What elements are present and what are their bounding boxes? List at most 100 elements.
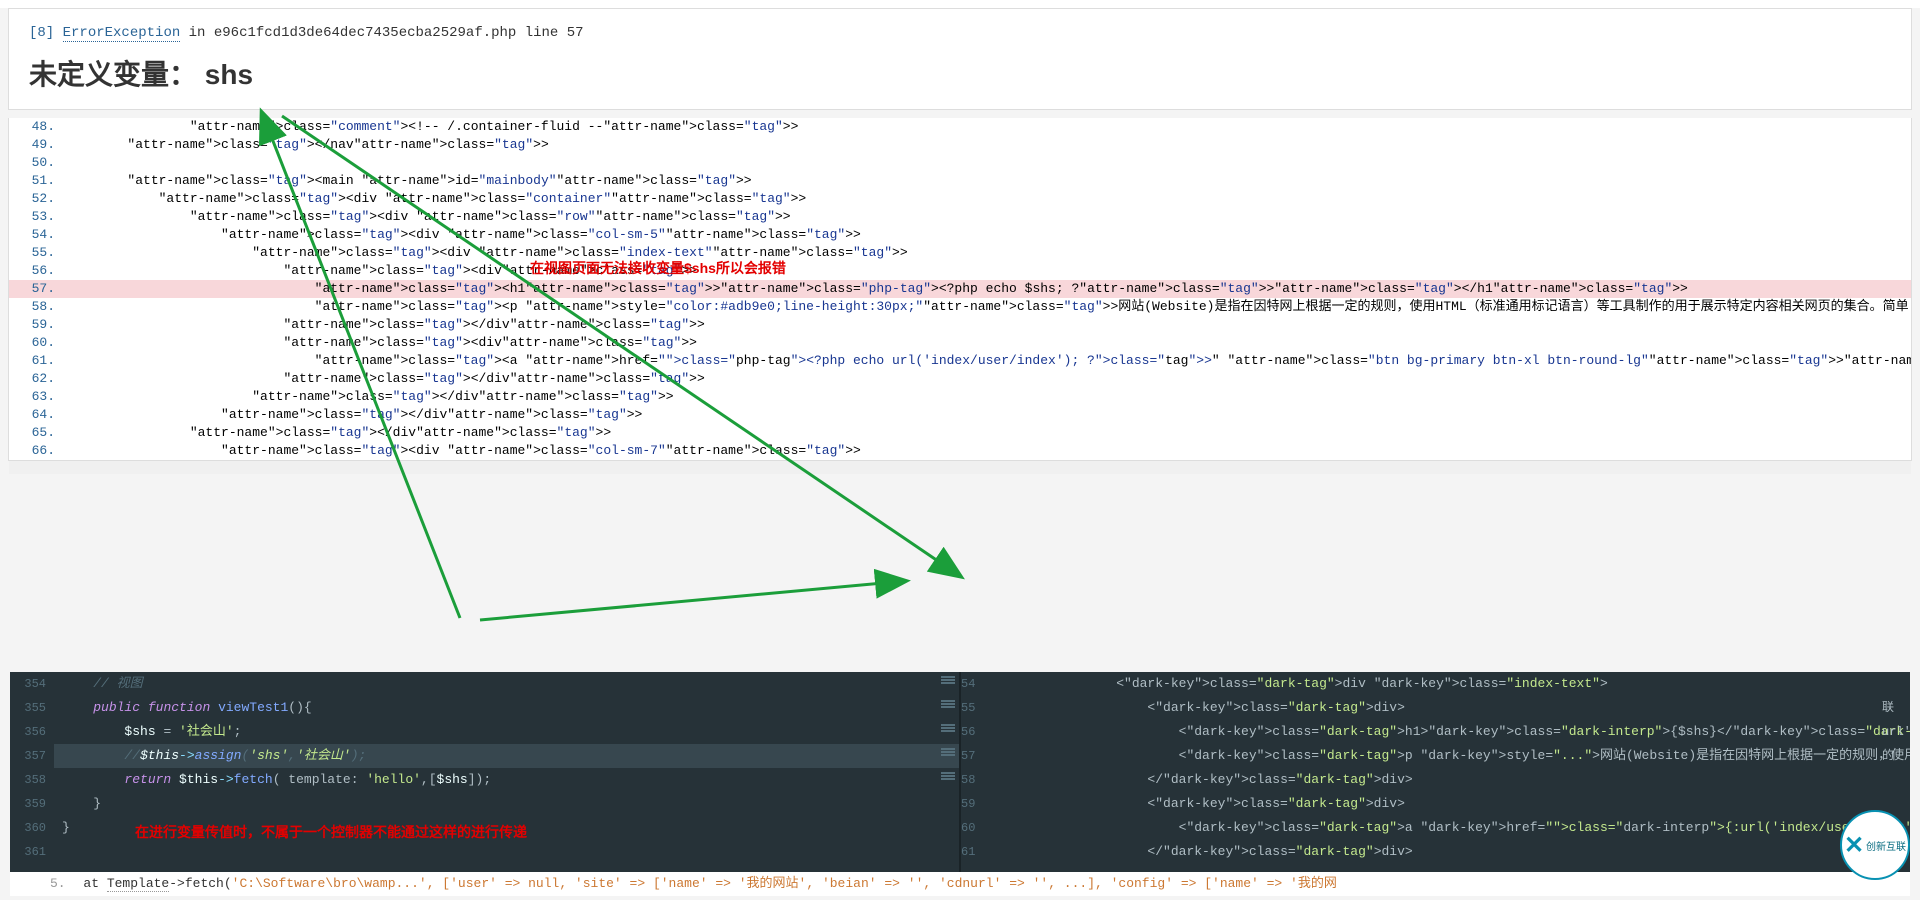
code-line-59[interactable]: 59. "attr-name">class="tag"></div"attr-n…: [9, 316, 1911, 334]
gutter-line: 358: [10, 768, 54, 792]
code-line-58[interactable]: 58. "attr-name">class="tag"><p "attr-nam…: [9, 298, 1911, 316]
ide-line-356[interactable]: $shs = '社会山';: [54, 720, 959, 744]
fold-indicator[interactable]: [941, 676, 955, 686]
gutter-line: 55: [961, 696, 983, 720]
ide-line-358[interactable]: return $this->fetch( template: 'hello',[…: [54, 768, 959, 792]
ide-left-pane[interactable]: 354355356357358359360361 // 视图 public fu…: [10, 672, 961, 872]
fold-indicator[interactable]: [941, 748, 955, 758]
ide-line-360[interactable]: }: [54, 816, 959, 840]
ide-line-55[interactable]: <"dark-key">class="dark-tag">div>: [983, 696, 1910, 720]
ide-line-355[interactable]: public function viewTest1(){: [54, 696, 959, 720]
line-number: 64.: [9, 406, 65, 424]
line-number: 62.: [9, 370, 65, 388]
line-text: "attr-name">class="tag"></div"attr-name"…: [65, 406, 1911, 424]
gutter-line: 54: [961, 672, 983, 696]
ide-line-54[interactable]: <"dark-key">class="dark-tag">div "dark-k…: [983, 672, 1910, 696]
gutter-line: 356: [10, 720, 54, 744]
line-text: "attr-name">class="tag"><a "attr-name">h…: [65, 352, 1911, 370]
error-title: 未定义变量： shs: [29, 53, 1891, 93]
gutter-line: 60: [961, 816, 983, 840]
error-in-text: in: [189, 25, 206, 41]
fold-indicator[interactable]: [941, 700, 955, 710]
code-line-51[interactable]: 51. "attr-name">class="tag"><main "attr-…: [9, 172, 1911, 190]
error-exception-link[interactable]: ErrorException: [63, 25, 181, 42]
code-line-48[interactable]: 48. "attr-name">class="comment"><!-- /.c…: [9, 118, 1911, 136]
code-line-64[interactable]: 64. "attr-name">class="tag"></div"attr-n…: [9, 406, 1911, 424]
code-line-55[interactable]: 55. "attr-name">class="tag"><div "attr-n…: [9, 244, 1911, 262]
line-text: "attr-name">class="tag"><main "attr-name…: [65, 172, 1911, 190]
code-line-56[interactable]: 56. "attr-name">class="tag"><div"attr-na…: [9, 262, 1911, 280]
line-text: "attr-name">class="tag"><div "attr-name"…: [65, 442, 1911, 460]
gutter-line: 57: [961, 744, 983, 768]
line-number: 65.: [9, 424, 65, 442]
line-number: 48.: [9, 118, 65, 136]
ide-line-58[interactable]: </"dark-key">class="dark-tag">div>: [983, 768, 1910, 792]
line-text: "attr-name">class="tag"></div"attr-name"…: [65, 370, 1911, 388]
ide-line-61[interactable]: </"dark-key">class="dark-tag">div>: [983, 840, 1910, 864]
code-line-49[interactable]: 49. "attr-name">class="tag"></nav"attr-n…: [9, 136, 1911, 154]
error-file-location: e96c1fcd1d3de64dec7435ecba2529af.php lin…: [214, 25, 584, 41]
code-line-61[interactable]: 61. "attr-name">class="tag"><a "attr-nam…: [9, 352, 1911, 370]
horizontal-scrollbar[interactable]: [9, 460, 1911, 474]
ide-line-56[interactable]: <"dark-key">class="dark-tag">h1>"dark-ke…: [983, 720, 1910, 744]
line-text: "attr-name">class="tag"><div"attr-name">…: [65, 334, 1911, 352]
line-number: 60.: [9, 334, 65, 352]
ide-line-60[interactable]: <"dark-key">class="dark-tag">a "dark-key…: [983, 816, 1910, 840]
code-line-66[interactable]: 66. "attr-name">class="tag"><div "attr-n…: [9, 442, 1911, 460]
code-line-60[interactable]: 60. "attr-name">class="tag"><div"attr-na…: [9, 334, 1911, 352]
code-line-63[interactable]: 63. "attr-name">class="tag"></div"attr-n…: [9, 388, 1911, 406]
line-number: 54.: [9, 226, 65, 244]
code-line-53[interactable]: 53. "attr-name">class="tag"><div "attr-n…: [9, 208, 1911, 226]
code-line-62[interactable]: 62. "attr-name">class="tag"></div"attr-n…: [9, 370, 1911, 388]
gutter-line: 61: [961, 840, 983, 864]
stack-number: 5.: [50, 876, 66, 891]
ide-editor[interactable]: 354355356357358359360361 // 视图 public fu…: [10, 672, 1910, 872]
line-text: "attr-name">class="comment"><!-- /.conta…: [65, 118, 1911, 136]
ide-line-361[interactable]: [54, 840, 959, 864]
line-number: 56.: [9, 262, 65, 280]
line-number: 49.: [9, 136, 65, 154]
ide-line-357[interactable]: //$this->assign('shs','社会山');: [54, 744, 959, 768]
gutter-line: 56: [961, 720, 983, 744]
gutter-line: 355: [10, 696, 54, 720]
code-line-57[interactable]: 57. "attr-name">class="tag"><h1"attr-nam…: [9, 280, 1911, 298]
line-number: 51.: [9, 172, 65, 190]
ide-right-pane[interactable]: 5455565758596061 <"dark-key">class="dark…: [961, 672, 1910, 872]
code-line-50[interactable]: 50.: [9, 154, 1911, 172]
gutter-line: 357: [10, 744, 54, 768]
gutter-line: 58: [961, 768, 983, 792]
source-code-viewer[interactable]: 48. "attr-name">class="comment"><!-- /.c…: [8, 118, 1912, 461]
ide-line-59[interactable]: <"dark-key">class="dark-tag">div>: [983, 792, 1910, 816]
line-number: 55.: [9, 244, 65, 262]
line-text: "attr-name">class="tag"><div "attr-name"…: [65, 208, 1911, 226]
line-text: "attr-name">class="tag"><div "attr-name"…: [65, 244, 1911, 262]
line-text: "attr-name">class="tag"></div"attr-name"…: [65, 316, 1911, 334]
fold-indicator[interactable]: [941, 724, 955, 734]
line-text: "attr-name">class="tag"></nav"attr-name"…: [65, 136, 1911, 154]
ide-line-354[interactable]: // 视图: [54, 672, 959, 696]
ide-line-57[interactable]: <"dark-key">class="dark-tag">p "dark-key…: [983, 744, 1910, 768]
line-number: 58.: [9, 298, 65, 316]
line-number: 59.: [9, 316, 65, 334]
line-number: 52.: [9, 190, 65, 208]
watermark-logo: ✕创新互联: [1840, 810, 1910, 880]
line-number: 63.: [9, 388, 65, 406]
line-text: "attr-name">class="tag"><p "attr-name">s…: [65, 298, 1911, 316]
gutter-line: 354: [10, 672, 54, 696]
ide-line-359[interactable]: }: [54, 792, 959, 816]
error-header-panel: [8] ErrorException in e96c1fcd1d3de64dec…: [8, 8, 1912, 110]
stack-method[interactable]: Template: [107, 876, 169, 892]
line-number: 66.: [9, 442, 65, 460]
code-line-54[interactable]: 54. "attr-name">class="tag"><div "attr-n…: [9, 226, 1911, 244]
line-text: "attr-name">class="tag"></div"attr-name"…: [65, 388, 1911, 406]
line-text: "attr-name">class="tag"><div "attr-name"…: [65, 226, 1911, 244]
stack-trace-line[interactable]: 5. at Template->fetch('C:\Software\bro\w…: [10, 872, 1910, 896]
line-number: 53.: [9, 208, 65, 226]
line-text: "attr-name">class="tag"></div"attr-name"…: [65, 424, 1911, 442]
gutter-line: 59: [961, 792, 983, 816]
line-text: "attr-name">class="tag"><div"attr-name">…: [65, 262, 1911, 280]
code-line-52[interactable]: 52. "attr-name">class="tag"><div "attr-n…: [9, 190, 1911, 208]
fold-indicator[interactable]: [941, 772, 955, 782]
error-code: [8]: [29, 25, 54, 41]
code-line-65[interactable]: 65. "attr-name">class="tag"></div"attr-n…: [9, 424, 1911, 442]
